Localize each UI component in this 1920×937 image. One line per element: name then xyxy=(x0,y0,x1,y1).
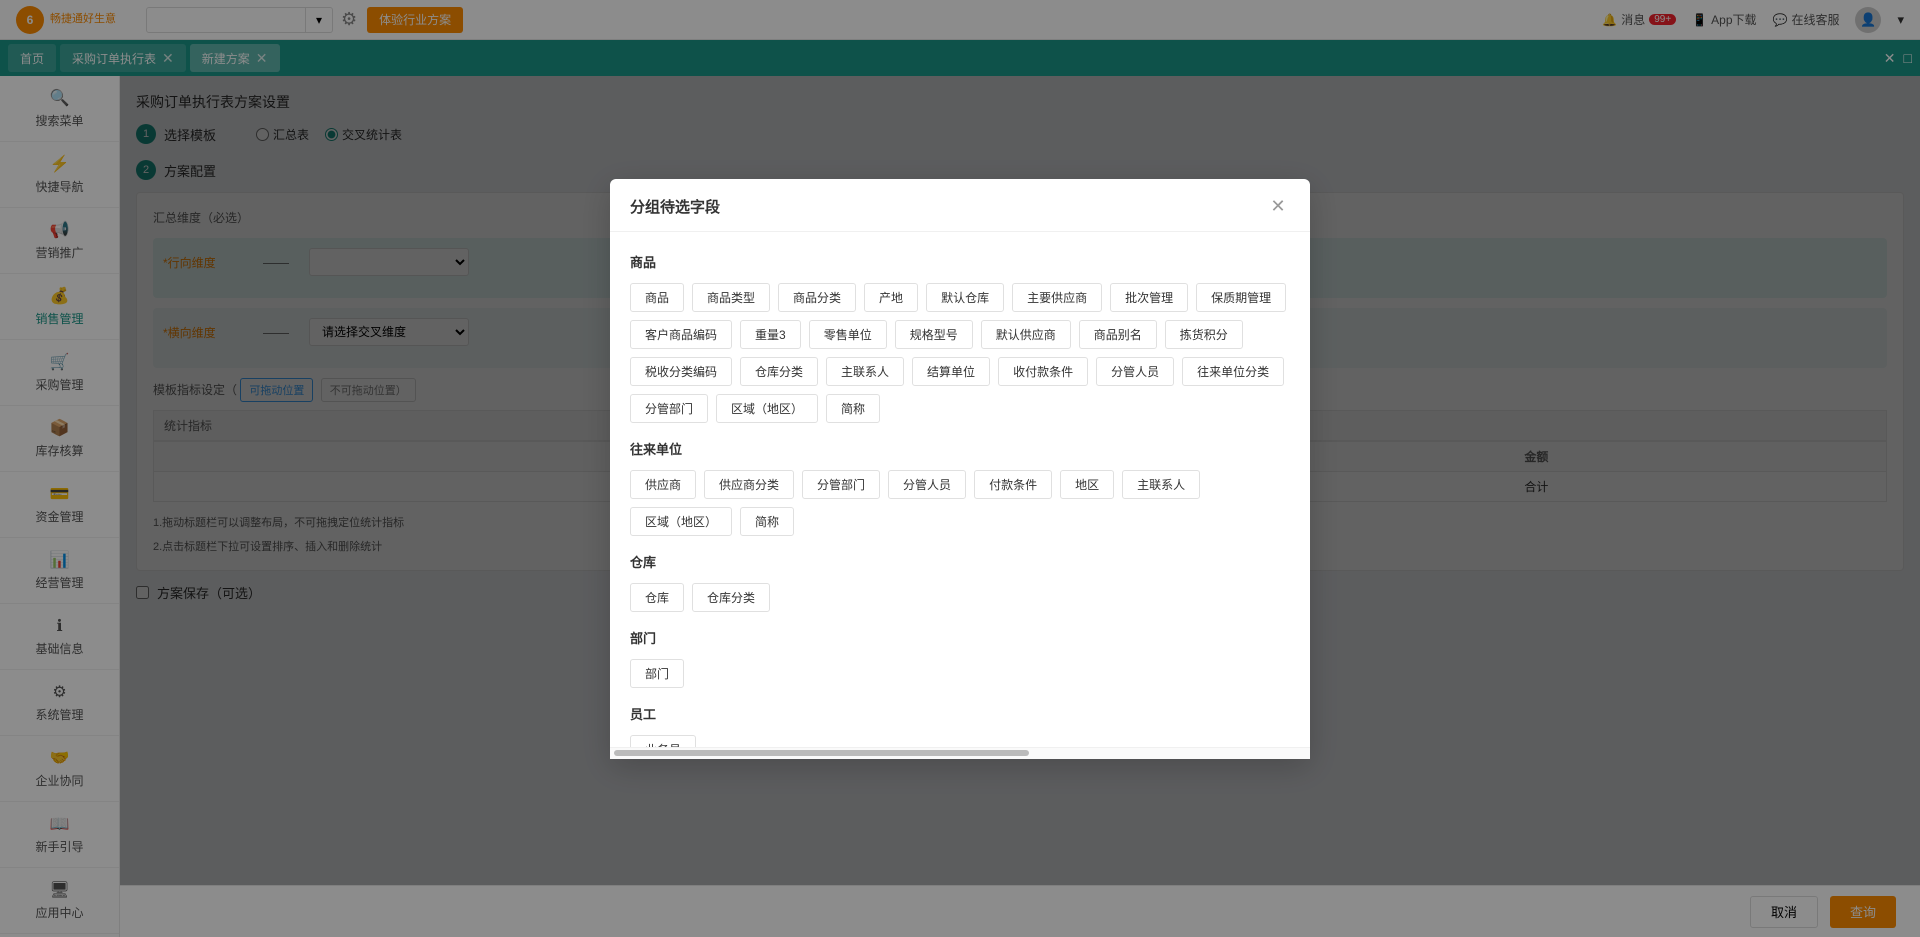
field-pick-points[interactable]: 拣货积分 xyxy=(1165,320,1243,349)
field-settlement-unit[interactable]: 结算单位 xyxy=(912,357,990,386)
field-partner-area[interactable]: 地区 xyxy=(1060,470,1114,499)
field-partner-region[interactable]: 区域（地区） xyxy=(630,507,732,536)
field-partner-contact[interactable]: 主联系人 xyxy=(1122,470,1200,499)
field-warehouse-category[interactable]: 仓库分类 xyxy=(740,357,818,386)
field-default-warehouse[interactable]: 默认仓库 xyxy=(926,283,1004,312)
field-main-supplier[interactable]: 主要供应商 xyxy=(1012,283,1102,312)
field-partner-abbrev[interactable]: 简称 xyxy=(740,507,794,536)
section-goods-title: 商品 xyxy=(630,252,1290,271)
field-retail-unit[interactable]: 零售单位 xyxy=(809,320,887,349)
field-tax-code[interactable]: 税收分类编码 xyxy=(630,357,732,386)
field-partner-category[interactable]: 往来单位分类 xyxy=(1182,357,1284,386)
field-goods-type[interactable]: 商品类型 xyxy=(692,283,770,312)
field-payment-terms[interactable]: 收付款条件 xyxy=(998,357,1088,386)
field-abbrev[interactable]: 简称 xyxy=(826,394,880,423)
field-spec-model[interactable]: 规格型号 xyxy=(895,320,973,349)
modal-close-btn[interactable]: ✕ xyxy=(1266,195,1290,219)
section-department-title: 部门 xyxy=(630,628,1290,647)
field-goods-category[interactable]: 商品分类 xyxy=(778,283,856,312)
field-goods-alias[interactable]: 商品别名 xyxy=(1079,320,1157,349)
modal-title: 分组待选字段 xyxy=(630,196,720,217)
field-partner-supervisor[interactable]: 分管人员 xyxy=(888,470,966,499)
modal-body: 商品 商品 商品类型 商品分类 产地 默认仓库 主要供应商 批次管理 保质期管理… xyxy=(610,232,1310,747)
field-origin[interactable]: 产地 xyxy=(864,283,918,312)
hscroll-track xyxy=(614,750,1306,756)
section-employee-fields: 业务员 xyxy=(630,735,1290,747)
field-supplier[interactable]: 供应商 xyxy=(630,470,696,499)
field-supplier-category[interactable]: 供应商分类 xyxy=(704,470,794,499)
section-warehouse-title: 仓库 xyxy=(630,552,1290,571)
field-customer-code[interactable]: 客户商品编码 xyxy=(630,320,732,349)
section-partner-title: 往来单位 xyxy=(630,439,1290,458)
field-salesperson[interactable]: 业务员 xyxy=(630,735,696,747)
field-goods[interactable]: 商品 xyxy=(630,283,684,312)
field-partner-payment[interactable]: 付款条件 xyxy=(974,470,1052,499)
field-region[interactable]: 区域（地区） xyxy=(716,394,818,423)
field-batch-mgmt[interactable]: 批次管理 xyxy=(1110,283,1188,312)
field-warehouse-name[interactable]: 仓库 xyxy=(630,583,684,612)
modal-header: 分组待选字段 ✕ xyxy=(610,179,1310,232)
field-shelf-life[interactable]: 保质期管理 xyxy=(1196,283,1286,312)
field-supervisor[interactable]: 分管人员 xyxy=(1096,357,1174,386)
field-default-supplier[interactable]: 默认供应商 xyxy=(981,320,1071,349)
section-warehouse-fields: 仓库 仓库分类 xyxy=(630,583,1290,612)
field-weight3[interactable]: 重量3 xyxy=(740,320,801,349)
field-warehouse-cat[interactable]: 仓库分类 xyxy=(692,583,770,612)
modal-hscroll[interactable] xyxy=(610,747,1310,759)
section-department-fields: 部门 xyxy=(630,659,1290,688)
field-department[interactable]: 部门 xyxy=(630,659,684,688)
modal-overlay[interactable]: 分组待选字段 ✕ 商品 商品 商品类型 商品分类 产地 默认仓库 主要供应商 批… xyxy=(0,0,1920,937)
section-partner-fields: 供应商 供应商分类 分管部门 分管人员 付款条件 地区 主联系人 区域（地区） … xyxy=(630,470,1290,536)
section-employee-title: 员工 xyxy=(630,704,1290,723)
modal-dialog: 分组待选字段 ✕ 商品 商品 商品类型 商品分类 产地 默认仓库 主要供应商 批… xyxy=(610,179,1310,759)
hscroll-thumb[interactable] xyxy=(614,750,1029,756)
section-goods-fields: 商品 商品类型 商品分类 产地 默认仓库 主要供应商 批次管理 保质期管理 客户… xyxy=(630,283,1290,423)
field-partner-dept[interactable]: 分管部门 xyxy=(802,470,880,499)
field-main-contact[interactable]: 主联系人 xyxy=(826,357,904,386)
field-dept[interactable]: 分管部门 xyxy=(630,394,708,423)
